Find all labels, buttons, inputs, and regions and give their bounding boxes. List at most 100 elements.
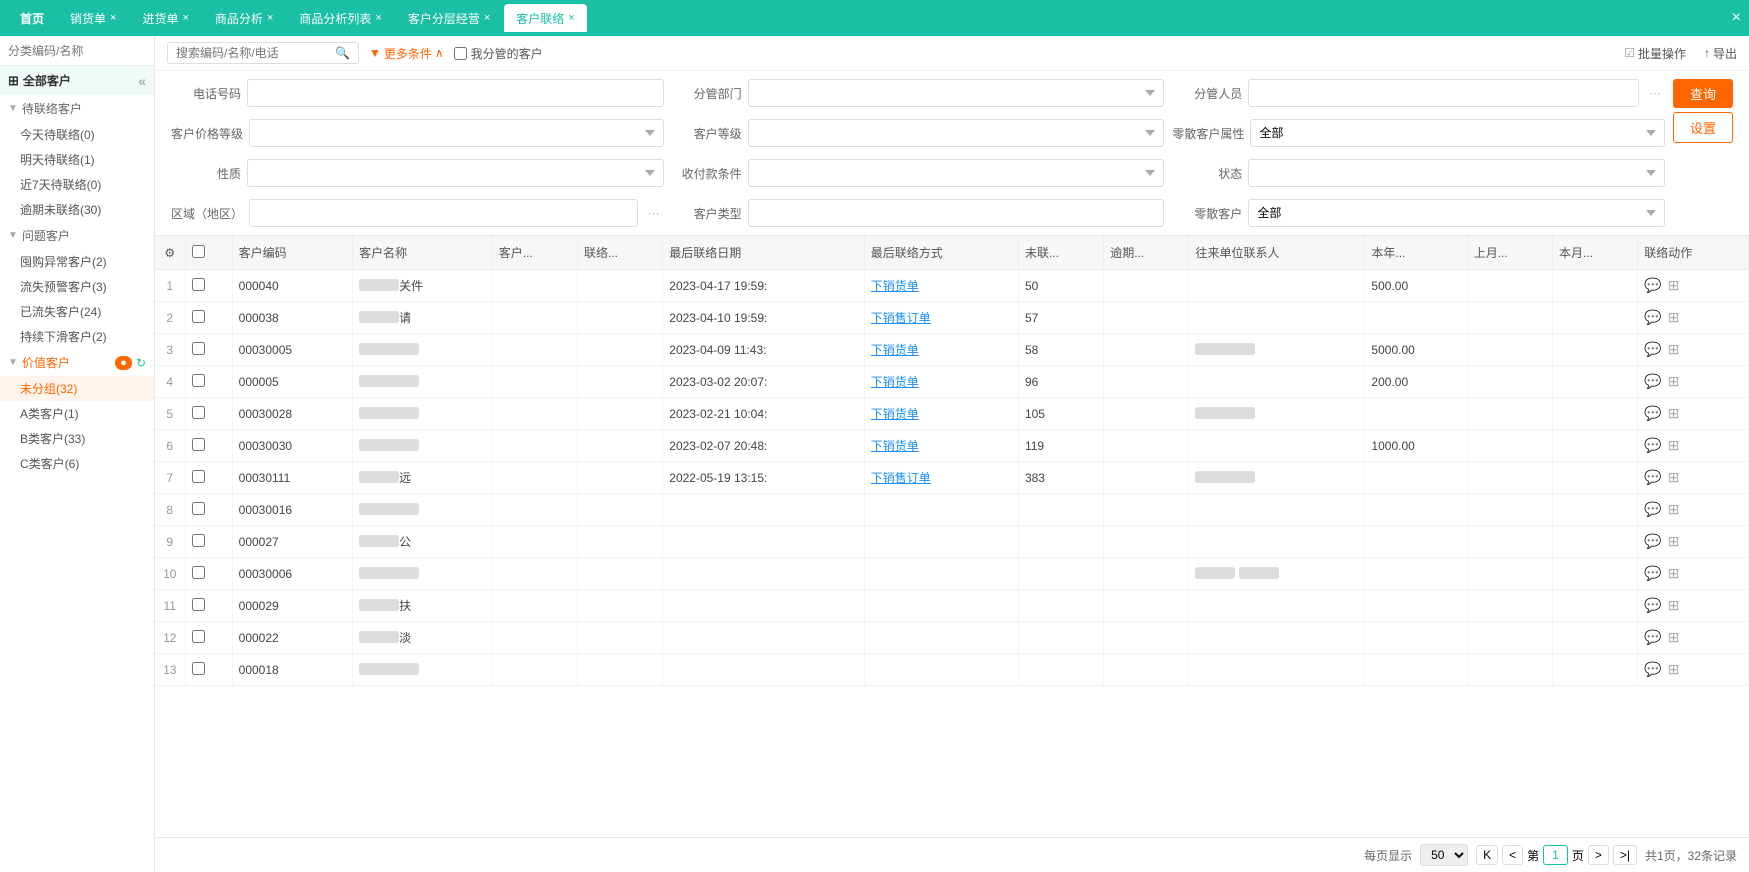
chat-icon[interactable]: 💬 (1644, 501, 1661, 518)
chat-icon[interactable]: 💬 (1644, 277, 1661, 294)
grid-action-icon[interactable]: ⊞ (1668, 565, 1680, 582)
tab-product-analysis-list[interactable]: 商品分析列表 × (287, 4, 393, 32)
export-button[interactable]: ↑ 导出 (1704, 45, 1737, 62)
close-tab-product-analysis-list[interactable]: × (375, 12, 381, 24)
input-phone[interactable] (247, 79, 664, 107)
cell-check[interactable] (185, 334, 232, 366)
refresh-icon[interactable]: ↻ (136, 356, 146, 370)
grid-action-icon[interactable]: ⊞ (1668, 469, 1680, 486)
sidebar-search-input[interactable] (8, 44, 155, 58)
search-icon[interactable]: 🔍 (335, 46, 350, 60)
reset-button[interactable]: 设置 (1673, 112, 1733, 143)
grid-action-icon[interactable]: ⊞ (1668, 309, 1680, 326)
sidebar-collapse-icon[interactable]: « (138, 73, 146, 89)
cell-check[interactable] (185, 366, 232, 398)
sidebar-group-value-customer[interactable]: ▼ 价值客户 ● ↻ (0, 349, 154, 376)
sidebar-item-class-b[interactable]: B类客户(33) (0, 426, 154, 451)
sidebar-item-tomorrow-pending[interactable]: 明天待联络(1) (0, 147, 154, 172)
my-customers-checkbox[interactable]: 我分管的客户 (454, 45, 543, 62)
grid-action-icon[interactable]: ⊞ (1668, 597, 1680, 614)
sidebar-item-overdue-contact[interactable]: 逾期未联络(30) (0, 197, 154, 222)
tab-product-analysis[interactable]: 商品分析 × (203, 4, 285, 32)
sidebar-item-class-a[interactable]: A类客户(1) (0, 401, 154, 426)
tab-purchase-order[interactable]: 进货单 × (130, 4, 200, 32)
cell-check[interactable] (185, 302, 232, 334)
sidebar-group-pending-contact[interactable]: ▼ 待联络客户 (0, 95, 154, 122)
grid-action-icon[interactable]: ⊞ (1668, 533, 1680, 550)
chat-icon[interactable]: 💬 (1644, 437, 1661, 454)
close-tab-customer-contact[interactable]: × (568, 12, 574, 24)
cell-check[interactable] (185, 558, 232, 590)
chat-icon[interactable]: 💬 (1644, 597, 1661, 614)
select-cust-level[interactable] (748, 119, 1165, 147)
chat-icon[interactable]: 💬 (1644, 373, 1661, 390)
grid-action-icon[interactable]: ⊞ (1668, 661, 1680, 678)
select-dept[interactable] (748, 79, 1165, 107)
sidebar-item-class-c[interactable]: C类客户(6) (0, 451, 154, 476)
th-checkbox[interactable] (185, 236, 232, 270)
select-retail-cust[interactable]: 全部 (1248, 199, 1665, 227)
chat-icon[interactable]: 💬 (1644, 405, 1661, 422)
grid-action-icon[interactable]: ⊞ (1668, 501, 1680, 518)
sidebar-item-week-pending[interactable]: 近7天待联络(0) (0, 172, 154, 197)
query-button[interactable]: 查询 (1673, 79, 1733, 108)
sidebar-all-customers[interactable]: ⊞ 全部客户 « (0, 66, 154, 95)
tab-customer-contact[interactable]: 客户联络 × (504, 4, 586, 32)
select-price-level[interactable] (249, 119, 664, 147)
prev-page-button[interactable]: < (1502, 845, 1523, 865)
search-input[interactable] (176, 46, 331, 60)
sidebar-item-churn-warning[interactable]: 流失预警客户(3) (0, 274, 154, 299)
chat-icon[interactable]: 💬 (1644, 309, 1661, 326)
chat-icon[interactable]: 💬 (1644, 469, 1661, 486)
tab-home[interactable]: 首页 (8, 4, 56, 32)
select-all-checkbox[interactable] (192, 245, 205, 258)
chat-icon[interactable]: 💬 (1644, 565, 1661, 582)
grid-action-icon[interactable]: ⊞ (1668, 341, 1680, 358)
tab-customer-segment[interactable]: 客户分层经营 × (396, 4, 502, 32)
sidebar-group-problem-customer[interactable]: ▼ 问题客户 (0, 222, 154, 249)
grid-action-icon[interactable]: ⊞ (1668, 405, 1680, 422)
next-page-button[interactable]: > (1588, 845, 1609, 865)
close-all-button[interactable]: × (1732, 9, 1741, 27)
grid-action-icon[interactable]: ⊞ (1668, 437, 1680, 454)
select-nature[interactable] (247, 159, 664, 187)
select-retail-attr[interactable]: 全部 (1250, 119, 1665, 147)
sidebar-item-churned[interactable]: 已流失客户(24) (0, 299, 154, 324)
last-page-button[interactable]: >| (1613, 845, 1637, 865)
chat-icon[interactable]: 💬 (1644, 661, 1661, 678)
chat-icon[interactable]: 💬 (1644, 629, 1661, 646)
sidebar-item-declining[interactable]: 持续下滑客户(2) (0, 324, 154, 349)
grid-action-icon[interactable]: ⊞ (1668, 629, 1680, 646)
first-page-button[interactable]: K (1476, 845, 1498, 865)
tab-sales-order[interactable]: 销货单 × (58, 4, 128, 32)
cell-check[interactable] (185, 270, 232, 302)
cell-check[interactable] (185, 590, 232, 622)
chat-icon[interactable]: 💬 (1644, 341, 1661, 358)
my-customers-check[interactable] (454, 47, 467, 60)
batch-ops-button[interactable]: 批量操作 (1624, 45, 1686, 62)
dots-region[interactable]: ··· (648, 206, 660, 220)
more-conditions-button[interactable]: ▼ 更多条件 ∧ (369, 45, 444, 62)
cell-check[interactable] (185, 622, 232, 654)
th-settings[interactable]: ⚙ (155, 236, 185, 270)
select-payment[interactable] (748, 159, 1165, 187)
grid-action-icon[interactable]: ⊞ (1668, 373, 1680, 390)
per-page-select[interactable]: 50 (1420, 844, 1468, 866)
cell-check[interactable] (185, 494, 232, 526)
input-manager[interactable] (1248, 79, 1639, 107)
cell-check[interactable] (185, 526, 232, 558)
select-status[interactable] (1248, 159, 1665, 187)
dots-manager[interactable]: ··· (1649, 86, 1661, 100)
chat-icon[interactable]: 💬 (1644, 533, 1661, 550)
cell-check[interactable] (185, 654, 232, 686)
sidebar-item-unclassified[interactable]: 未分组(32) (0, 376, 154, 401)
close-tab-customer-segment[interactable]: × (484, 12, 490, 24)
cell-check[interactable] (185, 430, 232, 462)
cell-check[interactable] (185, 462, 232, 494)
close-tab-purchase-order[interactable]: × (182, 12, 188, 24)
grid-action-icon[interactable]: ⊞ (1668, 277, 1680, 294)
close-tab-sales-order[interactable]: × (110, 12, 116, 24)
sidebar-item-today-pending[interactable]: 今天待联络(0) (0, 122, 154, 147)
close-tab-product-analysis[interactable]: × (267, 12, 273, 24)
sidebar-item-hoarding-abnormal[interactable]: 囤购异常客户(2) (0, 249, 154, 274)
